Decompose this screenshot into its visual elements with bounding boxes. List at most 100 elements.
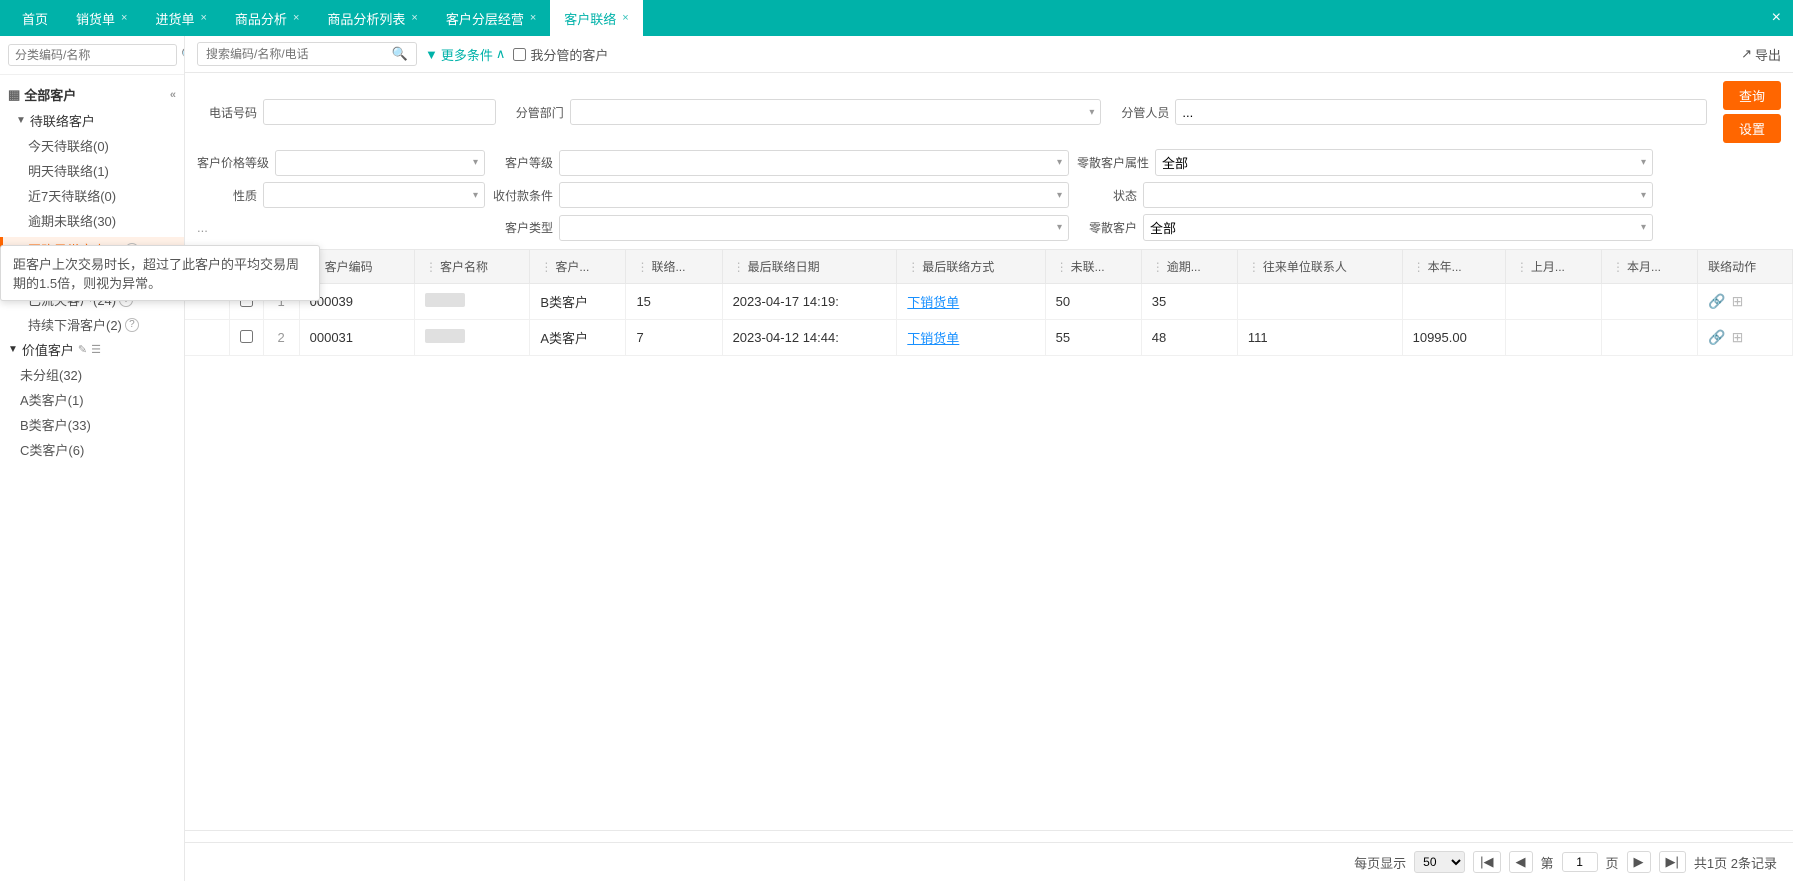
pay-term-field: 收付款条件 ▾: [493, 182, 1069, 208]
retail-customer-select[interactable]: 全部▾: [1143, 214, 1653, 241]
page-prev-btn[interactable]: ◀: [1509, 851, 1533, 873]
col-type[interactable]: 客户...: [530, 250, 626, 284]
nav-analysis[interactable]: 商品分析 ×: [221, 0, 313, 36]
nav-analysis-list-close[interactable]: ×: [411, 12, 417, 24]
close-all-tabs[interactable]: ×: [1772, 9, 1781, 27]
more-conditions-btn[interactable]: ▼ 更多条件 ∧: [425, 45, 505, 64]
more-dots[interactable]: ...: [197, 220, 208, 235]
tree-root-all-customers[interactable]: ▦ 全部客户 «: [0, 81, 184, 108]
col-last-contact-method[interactable]: 最后联络方式: [897, 250, 1045, 284]
wait-contact-arrow: ▼: [16, 115, 26, 126]
sidebar-7days-contact[interactable]: 近7天待联络(0): [0, 183, 184, 208]
person-select[interactable]: ...: [1175, 99, 1707, 125]
row2-unit-contact: 111: [1237, 320, 1402, 356]
sidebar-today-contact[interactable]: 今天待联络(0): [0, 133, 184, 158]
row2-name: [414, 320, 529, 356]
col-last-month[interactable]: 上月...: [1505, 250, 1601, 284]
value-customer-config-icon[interactable]: ☰: [91, 343, 101, 356]
row2-num: 2: [263, 320, 299, 356]
col-not-contact[interactable]: 未联...: [1045, 250, 1141, 284]
gender-select[interactable]: ▾: [263, 182, 485, 208]
pay-term-select[interactable]: ▾: [559, 182, 1069, 208]
page-next-btn[interactable]: ▶: [1627, 851, 1651, 873]
value-customer-header[interactable]: ▼ 价值客户 ✎ ☰: [0, 337, 184, 362]
dept-select[interactable]: ▾: [570, 99, 1102, 125]
query-button[interactable]: 查询: [1723, 81, 1781, 110]
dept-field: 分管部门 ▾: [504, 99, 1102, 125]
row2-contact-method-link[interactable]: 下销货单: [907, 331, 959, 346]
col-contact[interactable]: 联络...: [626, 250, 722, 284]
sidebar-search-area: 🔍: [0, 36, 184, 75]
nav-purchase[interactable]: 进货单 ×: [141, 0, 220, 36]
export-icon: ↗: [1741, 46, 1752, 62]
nav-customer-contact[interactable]: 客户联络 ×: [550, 0, 642, 36]
col-name[interactable]: 客户名称: [414, 250, 529, 284]
row2-link-icon[interactable]: 🔗: [1708, 329, 1725, 346]
nav-analysis-close[interactable]: ×: [293, 12, 299, 24]
col-this-year[interactable]: 本年...: [1402, 250, 1505, 284]
wait-contact-header[interactable]: ▼ 待联络客户: [0, 108, 184, 133]
nav-customer-tier[interactable]: 客户分层经营 ×: [432, 0, 550, 36]
retail-attr-chevron-icon: ▾: [1641, 157, 1646, 168]
sidebar-search-input[interactable]: [8, 44, 177, 66]
wait-contact-section: ▼ 待联络客户 今天待联络(0) 明天待联络(1) 近7天待联络(0) 逾期未联…: [0, 108, 184, 233]
row1-last-contact-method: 下销货单: [897, 284, 1045, 320]
col-unit-contact[interactable]: 往来单位联系人: [1237, 250, 1402, 284]
filter-search-icon[interactable]: 🔍: [392, 46, 408, 62]
sidebar-class-b[interactable]: B类客户(33): [0, 412, 184, 437]
sidebar-class-c[interactable]: C类客户(6): [0, 437, 184, 462]
nav-customer-contact-close[interactable]: ×: [622, 12, 628, 24]
per-page-select[interactable]: 50 100 200: [1414, 851, 1465, 873]
customer-level-select[interactable]: ▾: [559, 150, 1069, 176]
row2-more-icon[interactable]: ⊞: [1732, 329, 1744, 346]
status-select[interactable]: ▾: [1143, 182, 1653, 208]
sidebar-tomorrow-contact[interactable]: 明天待联络(1): [0, 158, 184, 183]
nav-sales-close[interactable]: ×: [121, 12, 127, 24]
col-last-contact-date[interactable]: 最后联络日期: [722, 250, 897, 284]
pay-term-chevron-icon: ▾: [1057, 190, 1062, 201]
settings-button[interactable]: 设置: [1723, 114, 1781, 143]
row1-link-icon[interactable]: 🔗: [1708, 293, 1725, 310]
filter-search-input[interactable]: [206, 47, 388, 61]
filter-icon: ▼: [425, 47, 438, 62]
page-first-btn[interactable]: |◀: [1473, 851, 1500, 873]
nav-customer-tier-close[interactable]: ×: [530, 12, 536, 24]
col-this-month[interactable]: 本月...: [1602, 250, 1698, 284]
price-level-chevron-icon: ▾: [473, 157, 478, 168]
filter-row-4: ... 客户类型 ▾ 零散客户 全部▾: [197, 214, 1781, 241]
sidebar-unclassified[interactable]: 未分组(32): [0, 362, 184, 387]
row2-select-checkbox[interactable]: [240, 330, 253, 343]
sidebar-declining[interactable]: 持续下滑客户(2) ?: [0, 312, 184, 337]
customer-table-container: ⚙ 客户编码 客户名称 客户... 联络... 最后联络日期 最后联络方式 未联…: [185, 250, 1793, 830]
row2-this-year: 10995.00: [1402, 320, 1505, 356]
export-btn[interactable]: ↗ 导出: [1741, 45, 1781, 64]
row2-not-contact: 55: [1045, 320, 1141, 356]
nav-analysis-list[interactable]: 商品分析列表 ×: [313, 0, 431, 36]
collapse-sidebar-btn[interactable]: «: [170, 89, 176, 101]
row1-unit-contact: [1237, 284, 1402, 320]
value-customer-edit-icon[interactable]: ✎: [78, 343, 87, 356]
page-number-input[interactable]: [1562, 852, 1598, 872]
sidebar-class-a[interactable]: A类客户(1): [0, 387, 184, 412]
row1-more-icon[interactable]: ⊞: [1732, 293, 1744, 310]
price-level-select[interactable]: ▾: [275, 150, 485, 176]
top-navigation: 首页 销货单 × 进货单 × 商品分析 × 商品分析列表 × 客户分层经营 × …: [0, 0, 1793, 36]
nav-sales[interactable]: 销货单 ×: [62, 0, 141, 36]
retail-attr-select[interactable]: 全部▾: [1155, 149, 1653, 176]
horizontal-scrollbar[interactable]: [185, 830, 1793, 842]
col-overdue[interactable]: 逾期...: [1141, 250, 1237, 284]
row2-actions: 🔗 ⊞: [1698, 320, 1793, 356]
filter-bar: 🔍 ▼ 更多条件 ∧ 我分管的客户 ↗ 导出: [185, 36, 1793, 73]
page-last-btn[interactable]: ▶|: [1659, 851, 1686, 873]
nav-purchase-close[interactable]: ×: [200, 12, 206, 24]
row1-contact-method-link[interactable]: 下销货单: [907, 295, 959, 310]
row1-contact: 15: [626, 284, 722, 320]
customer-type-select[interactable]: ▾: [559, 215, 1069, 241]
nav-home[interactable]: 首页: [8, 0, 62, 36]
my-customer-checkbox[interactable]: [513, 48, 526, 61]
value-customer-section: ▼ 价值客户 ✎ ☰ 未分组(32) A类客户(1) B类客户(33) C类客户…: [0, 337, 184, 462]
row2-contact: 7: [626, 320, 722, 356]
sidebar-overdue-contact[interactable]: 逾期未联络(30): [0, 208, 184, 233]
phone-input[interactable]: [263, 99, 496, 125]
declining-info-icon[interactable]: ?: [125, 318, 139, 332]
